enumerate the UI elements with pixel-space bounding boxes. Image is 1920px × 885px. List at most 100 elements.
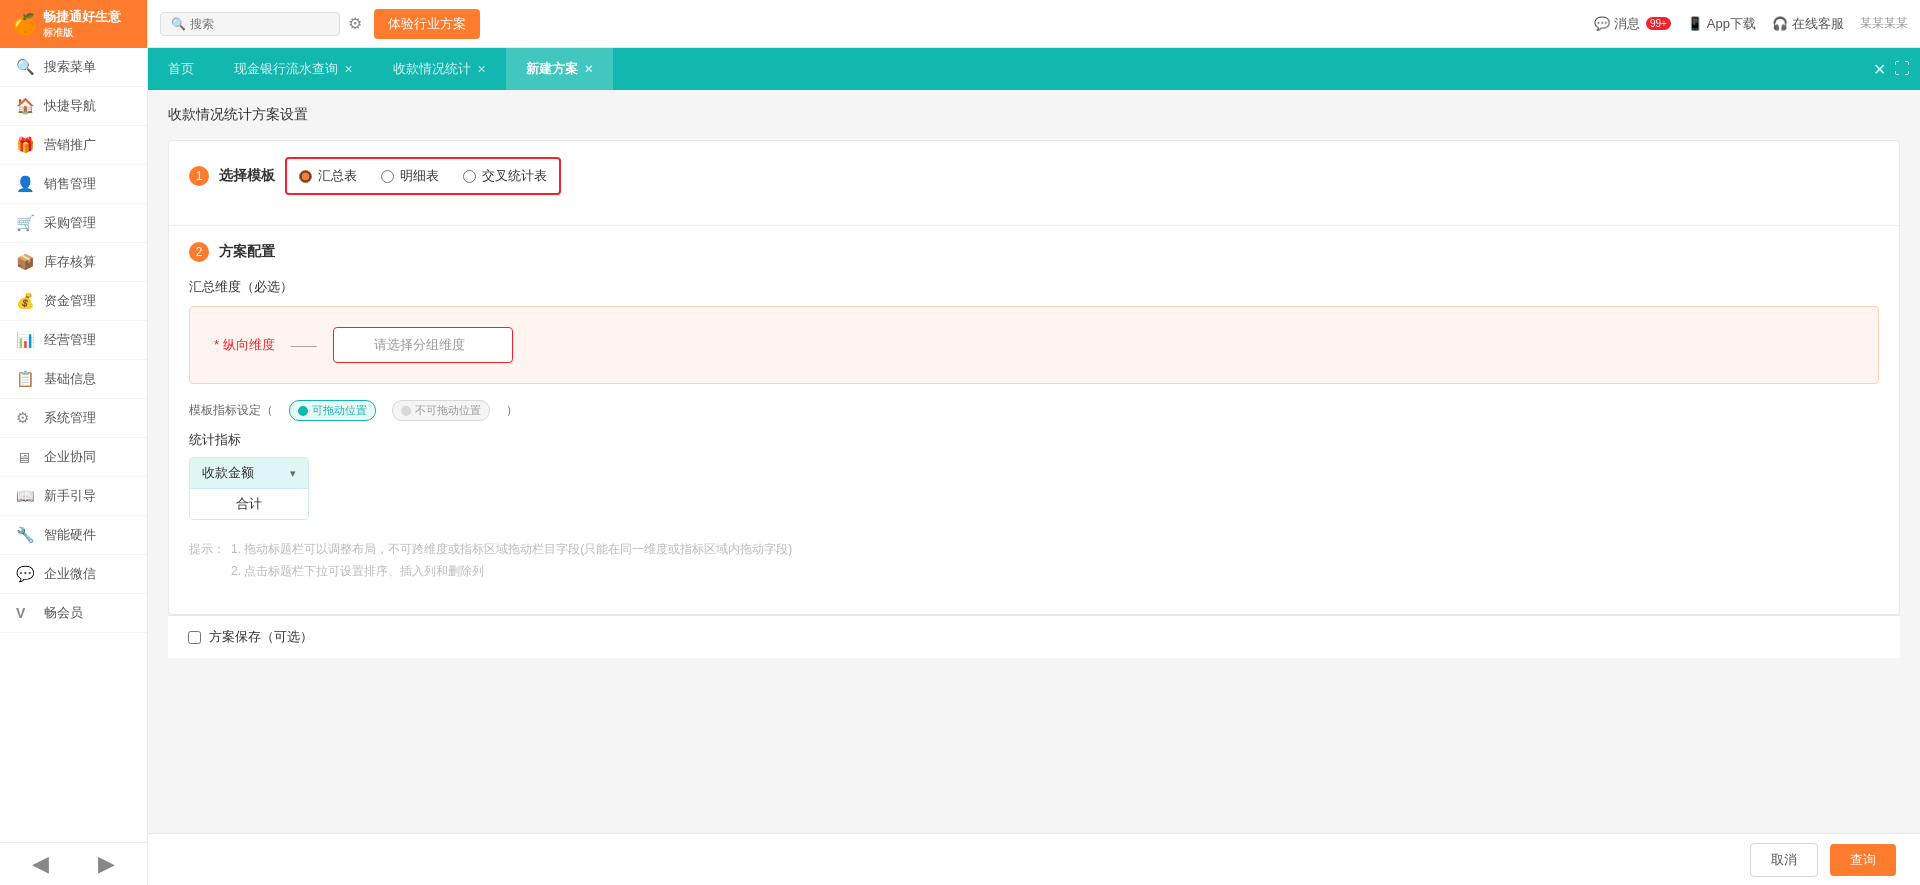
search-box[interactable]: 🔍 — [160, 12, 340, 36]
msg-item[interactable]: 💬 消息 99+ — [1594, 15, 1671, 33]
service-label: 在线客服 — [1792, 15, 1844, 33]
radio-detail-label: 明细表 — [400, 167, 439, 185]
sidebar-expand-icon[interactable]: ▶ — [98, 851, 115, 877]
industry-btn[interactable]: 体验行业方案 — [374, 9, 480, 39]
radio-summary-input[interactable] — [299, 170, 312, 183]
query-button[interactable]: 查询 — [1830, 844, 1896, 876]
tabbar: 首页 现金银行流水查询 ✕ 收款情况统计 ✕ 新建方案 ✕ ✕ ⛶ — [148, 48, 1920, 90]
sidebar-item-label: 资金管理 — [44, 292, 96, 310]
tip-icon: 提示： — [189, 539, 225, 561]
box-icon: 📦 — [16, 253, 36, 271]
gear-icon: ⚙ — [16, 409, 36, 427]
radio-cross[interactable]: 交叉统计表 — [463, 167, 547, 185]
non-drag-dot — [401, 406, 411, 416]
cancel-button[interactable]: 取消 — [1750, 843, 1818, 877]
settings-icon[interactable]: ⚙ — [348, 14, 362, 33]
user-icon: 👤 — [16, 175, 36, 193]
main-area: 🔍 ⚙ 体验行业方案 💬 消息 99+ 📱 App下载 🎧 在线客服 某某某某 … — [148, 0, 1920, 885]
sidebar-item-label: 企业微信 — [44, 565, 96, 583]
version-badge: 标准版 — [43, 26, 121, 40]
clipboard-icon: 📋 — [16, 370, 36, 388]
step2-block: 2 方案配置 汇总维度（必选） * 纵向维度 — [169, 226, 1899, 614]
sidebar-item-marketing[interactable]: 🎁 营销推广 — [0, 126, 147, 165]
sidebar-logo: 🍊 畅捷通好生意 标准版 — [0, 0, 147, 48]
tab-new-plan[interactable]: 新建方案 ✕ — [506, 48, 613, 90]
logo-text: 畅捷通好生意 — [43, 8, 121, 26]
sidebar-item-label: 经营管理 — [44, 331, 96, 349]
step1-block: 1 选择模板 汇总表 明细表 — [169, 141, 1899, 226]
service-icon: 🎧 — [1772, 16, 1788, 31]
home-icon: 🏠 — [16, 97, 36, 115]
dim-section: 汇总维度（必选） * 纵向维度 —— 请选择分组维度 — [189, 278, 1879, 582]
save-option-label: 方案保存（可选） — [209, 628, 313, 646]
sidebar-item-label: 快捷导航 — [44, 97, 96, 115]
download-label: App下载 — [1707, 15, 1756, 33]
draggable-label: 可拖动位置 — [312, 403, 367, 418]
logo-icon: 🍊 — [12, 12, 37, 36]
book-icon: 📖 — [16, 487, 36, 505]
sidebar-item-label: 新手引导 — [44, 487, 96, 505]
sidebar-item-coop[interactable]: 🖥 企业协同 — [0, 438, 147, 477]
sidebar-item-label: 营销推广 — [44, 136, 96, 154]
radio-summary[interactable]: 汇总表 — [299, 167, 357, 185]
drag-dot — [298, 406, 308, 416]
step1-number: 1 — [189, 166, 209, 186]
search-input[interactable] — [190, 17, 330, 31]
save-option-bar: 方案保存（可选） — [168, 615, 1900, 658]
sidebar-item-hardware[interactable]: 🔧 智能硬件 — [0, 516, 147, 555]
radio-cross-label: 交叉统计表 — [482, 167, 547, 185]
sidebar-collapse-icon[interactable]: ◀ — [32, 851, 49, 877]
step2-header: 2 方案配置 — [189, 242, 1879, 262]
tab-new-plan-label: 新建方案 — [526, 60, 578, 78]
vertical-dim-required: * 纵向维度 — [214, 336, 275, 354]
sidebar-item-finance[interactable]: 💰 资金管理 — [0, 282, 147, 321]
step2-number: 2 — [189, 242, 209, 262]
metrics-config: 统计指标 收款金额 ▾ 合计 — [189, 431, 1879, 523]
page-content: 收款情况统计方案设置 1 选择模板 汇总表 — [148, 90, 1920, 833]
sidebar-item-system[interactable]: ⚙ 系统管理 — [0, 399, 147, 438]
msg-icon: 💬 — [1594, 16, 1610, 31]
metrics-table-header[interactable]: 收款金额 ▾ — [190, 458, 308, 489]
sidebar-item-wechat[interactable]: 💬 企业微信 — [0, 555, 147, 594]
sidebar-item-purchase[interactable]: 🛒 采购管理 — [0, 204, 147, 243]
sidebar-item-quick-nav[interactable]: 🏠 快捷导航 — [0, 87, 147, 126]
tab-home-label: 首页 — [168, 60, 194, 78]
tab-collection[interactable]: 收款情况统计 ✕ — [373, 48, 506, 90]
radio-detail[interactable]: 明细表 — [381, 167, 439, 185]
tab-collection-close-icon[interactable]: ✕ — [477, 63, 486, 76]
tip-line-1: 提示： 1. 拖动标题栏可以调整布局，不可跨维度或指标区域拖动栏目字段(只能在同… — [189, 539, 1879, 561]
sidebar-item-guide[interactable]: 📖 新手引导 — [0, 477, 147, 516]
search-icon: 🔍 — [16, 58, 36, 76]
chevron-down-icon[interactable]: ▾ — [290, 467, 296, 480]
download-icon: 📱 — [1687, 16, 1703, 31]
tabbar-actions: ✕ ⛶ — [1873, 60, 1920, 79]
radio-cross-input[interactable] — [463, 170, 476, 183]
sidebar-item-operations[interactable]: 📊 经营管理 — [0, 321, 147, 360]
tab-home[interactable]: 首页 — [148, 48, 214, 90]
sidebar-item-label: 库存核算 — [44, 253, 96, 271]
tab-bank[interactable]: 现金银行流水查询 ✕ — [214, 48, 373, 90]
dim-placeholder[interactable]: 请选择分组维度 — [333, 327, 513, 363]
sidebar-item-search[interactable]: 🔍 搜索菜单 — [0, 48, 147, 87]
member-icon: V — [16, 605, 36, 621]
sidebar-item-label: 企业协同 — [44, 448, 96, 466]
sidebar-item-sales[interactable]: 👤 销售管理 — [0, 165, 147, 204]
download-item[interactable]: 📱 App下载 — [1687, 15, 1756, 33]
content-area: 收款情况统计方案设置 1 选择模板 汇总表 — [148, 90, 1920, 885]
sidebar: 🍊 畅捷通好生意 标准版 🔍 搜索菜单 🏠 快捷导航 🎁 营销推广 👤 销售管理… — [0, 0, 148, 885]
sidebar-item-member[interactable]: V 畅会员 — [0, 594, 147, 633]
money-icon: 💰 — [16, 292, 36, 310]
radio-detail-input[interactable] — [381, 170, 394, 183]
tab-close-all-icon[interactable]: ✕ — [1873, 60, 1886, 79]
sidebar-item-basic-info[interactable]: 📋 基础信息 — [0, 360, 147, 399]
tab-expand-icon[interactable]: ⛶ — [1894, 60, 1910, 78]
arrow-icon: —— — [291, 338, 317, 353]
sidebar-item-inventory[interactable]: 📦 库存核算 — [0, 243, 147, 282]
tab-bank-close-icon[interactable]: ✕ — [344, 63, 353, 76]
service-item[interactable]: 🎧 在线客服 — [1772, 15, 1844, 33]
notif-badge: 99+ — [1646, 17, 1671, 30]
save-checkbox[interactable] — [188, 631, 201, 644]
radio-summary-label: 汇总表 — [318, 167, 357, 185]
tab-new-plan-close-icon[interactable]: ✕ — [584, 63, 593, 76]
metrics-header-text: 模板指标设定（ — [189, 402, 273, 419]
